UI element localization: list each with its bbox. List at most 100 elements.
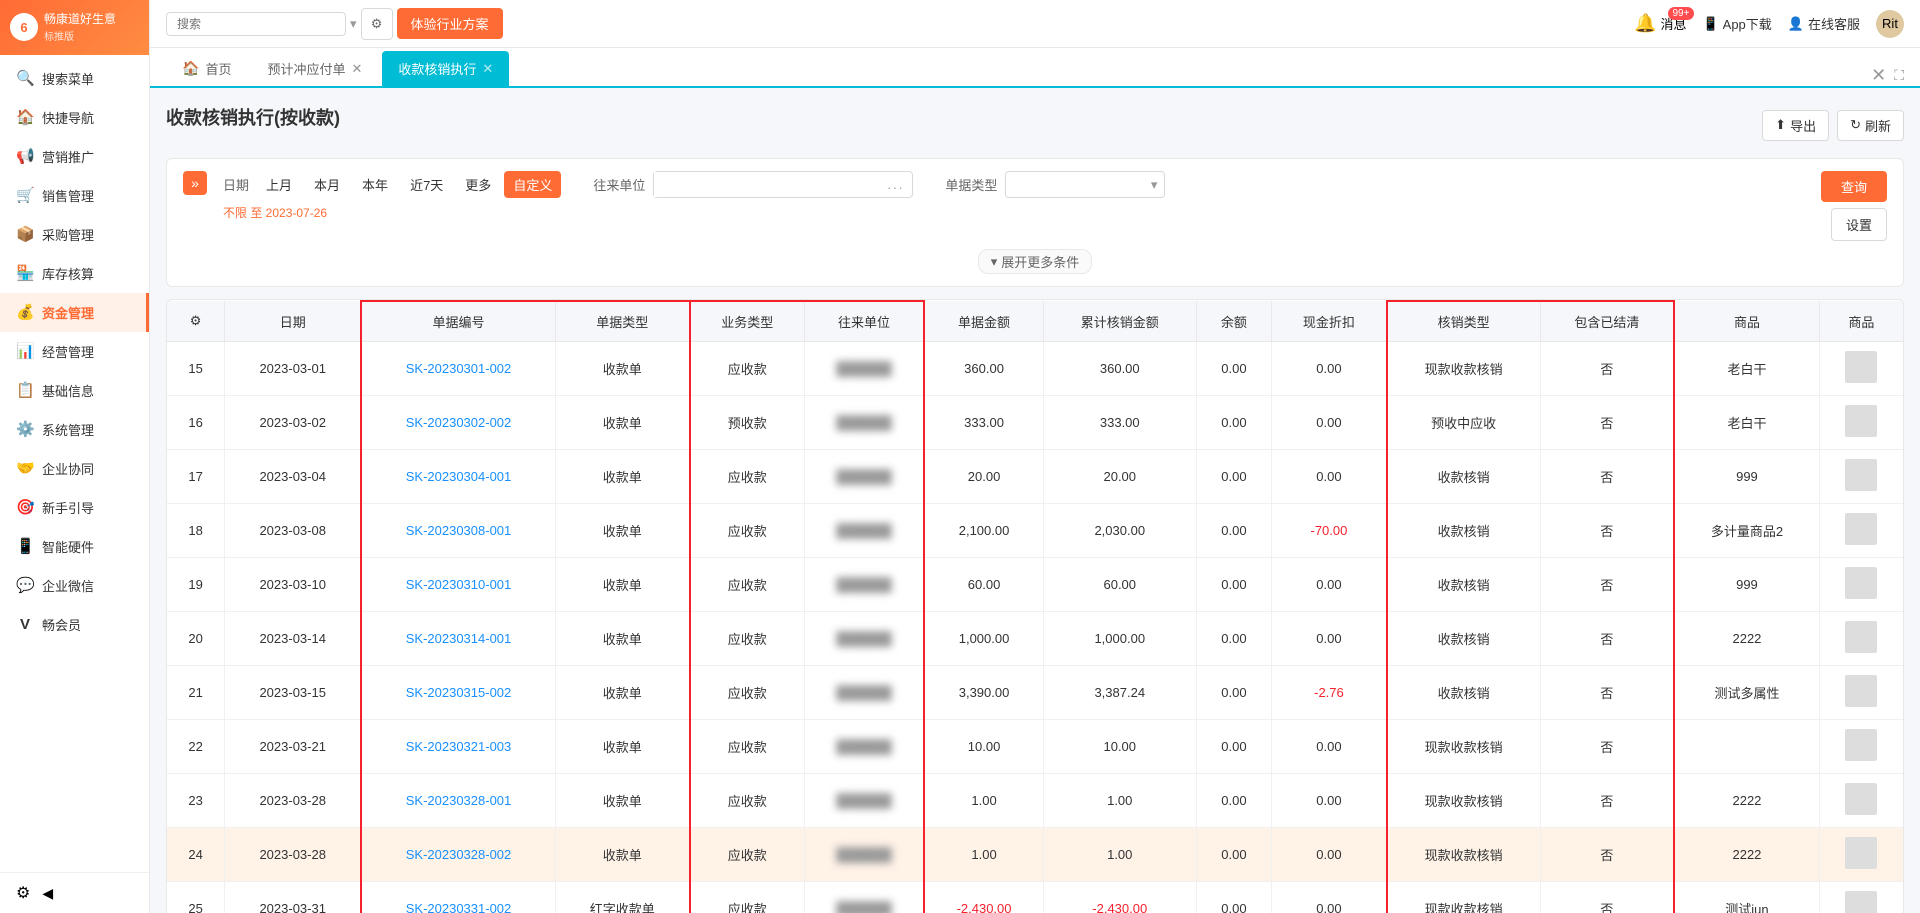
sidebar-item-purchase[interactable]: 📦 采购管理 (0, 215, 149, 254)
voucher-no-link[interactable]: SK-20230331-002 (406, 901, 512, 913)
cell-include-cleared: 否 (1540, 612, 1674, 666)
cell-balance: 0.00 (1196, 342, 1272, 396)
refresh-button[interactable]: ↻ 刷新 (1837, 110, 1904, 141)
cell-biz-type: 应收款 (690, 342, 805, 396)
sidebar-item-finance[interactable]: 💰 资金管理 (0, 293, 149, 332)
main-area: ▾ ⚙ 体验行业方案 🔔 消息 99+ 📱 App下载 👤 在线客服 Rit (150, 0, 1920, 913)
this-year-button[interactable]: 本年 (353, 171, 397, 198)
voucher-no-link[interactable]: SK-20230310-001 (406, 577, 512, 592)
cell-include-cleared: 否 (1540, 882, 1674, 913)
voucher-no-link[interactable]: SK-20230308-001 (406, 523, 512, 538)
settings-gear-button[interactable]: ⚙ (361, 8, 393, 40)
voucher-no-link[interactable]: SK-20230328-001 (406, 793, 512, 808)
voucher-no-link[interactable]: SK-20230302-002 (406, 415, 512, 430)
this-month-button[interactable]: 本月 (305, 171, 349, 198)
tab-payable-close[interactable]: ✕ (351, 61, 362, 77)
col-header-voucher-no: 单据编号 (361, 301, 555, 342)
settings-icon[interactable]: ⚙ (16, 883, 30, 903)
cell-goods2 (1819, 720, 1903, 774)
topbar-search-input[interactable] (166, 12, 346, 36)
cell-verify-type: 收款核销 (1387, 612, 1540, 666)
solution-button[interactable]: 体验行业方案 (397, 8, 503, 39)
message-button[interactable]: 🔔 消息 99+ (1634, 13, 1686, 34)
cell-cash-discount: 0.00 (1272, 882, 1387, 913)
sidebar-item-operations[interactable]: 📊 经营管理 (0, 332, 149, 371)
cell-voucher-type: 收款单 (555, 396, 689, 450)
cell-cash-discount: -70.00 (1272, 504, 1387, 558)
cell-goods: 测试多属性 (1674, 666, 1819, 720)
cell-voucher-type: 收款单 (555, 666, 689, 720)
sidebar-item-label: 营销推广 (42, 147, 94, 166)
sidebar-item-corp[interactable]: 🤝 企业协同 (0, 449, 149, 488)
voucher-type-select[interactable] (1005, 171, 1165, 198)
corp-icon: 🤝 (16, 459, 34, 477)
voucher-no-link[interactable]: SK-20230321-003 (406, 739, 512, 754)
sidebar-item-label: 智能硬件 (42, 537, 94, 556)
sidebar-item-inventory[interactable]: 🏪 库存核算 (0, 254, 149, 293)
sidebar-item-system[interactable]: ⚙️ 系统管理 (0, 410, 149, 449)
online-service-button[interactable]: 👤 在线客服 (1788, 14, 1860, 33)
sidebar-item-hardware[interactable]: 📱 智能硬件 (0, 527, 149, 566)
tab-payable[interactable]: 预计冲应付单 ✕ (251, 51, 378, 86)
cell-amount: 360.00 (924, 342, 1043, 396)
partner-dots: ... (880, 177, 913, 192)
sidebar-item-shortcut[interactable]: 🏠 快捷导航 (0, 98, 149, 137)
sidebar-item-wechat[interactable]: 💬 企业微信 (0, 566, 149, 605)
cell-voucher-no: SK-20230315-002 (361, 666, 555, 720)
filter-settings-button[interactable]: 设置 (1831, 208, 1887, 241)
expand-more-row: ▾ 展开更多条件 (183, 249, 1887, 274)
partner-filter-label: 往来单位 (593, 175, 645, 194)
collapse-icon[interactable]: ◀ (42, 885, 53, 902)
app-logo-icon: 6 (10, 13, 38, 41)
query-button[interactable]: 查询 (1821, 171, 1887, 202)
sidebar-item-sales[interactable]: 🛒 销售管理 (0, 176, 149, 215)
app-icon: 📱 (1702, 16, 1718, 32)
cell-include-cleared: 否 (1540, 828, 1674, 882)
cell-date: 2023-03-15 (225, 666, 361, 720)
partner-value: ██████ (836, 739, 891, 754)
partner-input[interactable] (654, 172, 879, 197)
cell-goods: 老白干 (1674, 342, 1819, 396)
data-table: ⚙ 日期 单据编号 单据类型 业务类型 往来单位 单据金额 累计核销金额 余额 … (167, 300, 1903, 913)
cell-balance: 0.00 (1196, 882, 1272, 913)
expand-more-conditions-button[interactable]: ▾ 展开更多条件 (978, 249, 1093, 274)
cell-biz-type: 应收款 (690, 612, 805, 666)
cell-cumulative: -2,430.00 (1043, 882, 1196, 913)
cell-cumulative: 360.00 (1043, 342, 1196, 396)
filter-date-buttons: 上月 本月 本年 近7天 更多 自定义 (257, 171, 561, 198)
custom-date-button[interactable]: 自定义 (504, 171, 561, 198)
tab-home[interactable]: 🏠 首页 (166, 51, 247, 86)
sidebar-item-marketing[interactable]: 📢 营销推广 (0, 137, 149, 176)
voucher-no-link[interactable]: SK-20230314-001 (406, 631, 512, 646)
voucher-no-link[interactable]: SK-20230328-002 (406, 847, 512, 862)
cell-partner: ██████ (804, 666, 924, 720)
last-7-days-button[interactable]: 近7天 (401, 171, 452, 198)
filter-expand-button[interactable]: » (183, 171, 207, 195)
cell-cumulative: 2,030.00 (1043, 504, 1196, 558)
cell-biz-type: 应收款 (690, 774, 805, 828)
voucher-no-link[interactable]: SK-20230304-001 (406, 469, 512, 484)
cell-amount: 20.00 (924, 450, 1043, 504)
sidebar-item-guide[interactable]: 🎯 新手引导 (0, 488, 149, 527)
export-button[interactable]: ⬆ 导出 (1762, 110, 1829, 141)
cell-no: 24 (167, 828, 225, 882)
sidebar-item-member[interactable]: V 畅会员 (0, 605, 149, 644)
app-download-button[interactable]: 📱 App下载 (1702, 14, 1771, 33)
close-all-tabs-button[interactable]: ✕ (1871, 65, 1886, 86)
cell-no: 21 (167, 666, 225, 720)
sidebar-item-search[interactable]: 🔍 搜索菜单 (0, 59, 149, 98)
tab-receipt-close[interactable]: ✕ (482, 61, 493, 77)
voucher-no-link[interactable]: SK-20230301-002 (406, 361, 512, 376)
tab-receipt[interactable]: 收款核销执行 ✕ (382, 51, 509, 86)
sidebar-item-basics[interactable]: 📋 基础信息 (0, 371, 149, 410)
cell-voucher-no: SK-20230314-001 (361, 612, 555, 666)
more-date-button[interactable]: 更多 (456, 171, 500, 198)
avatar[interactable]: Rit (1876, 10, 1904, 38)
last-month-button[interactable]: 上月 (257, 171, 301, 198)
col-header-include-cleared: 包含已结清 (1540, 301, 1674, 342)
col-header-settings[interactable]: ⚙ (167, 301, 225, 342)
cell-partner: ██████ (804, 612, 924, 666)
voucher-no-link[interactable]: SK-20230315-002 (406, 685, 512, 700)
expand-tabs-button[interactable]: ⛶ (1894, 67, 1904, 84)
cell-include-cleared: 否 (1540, 342, 1674, 396)
